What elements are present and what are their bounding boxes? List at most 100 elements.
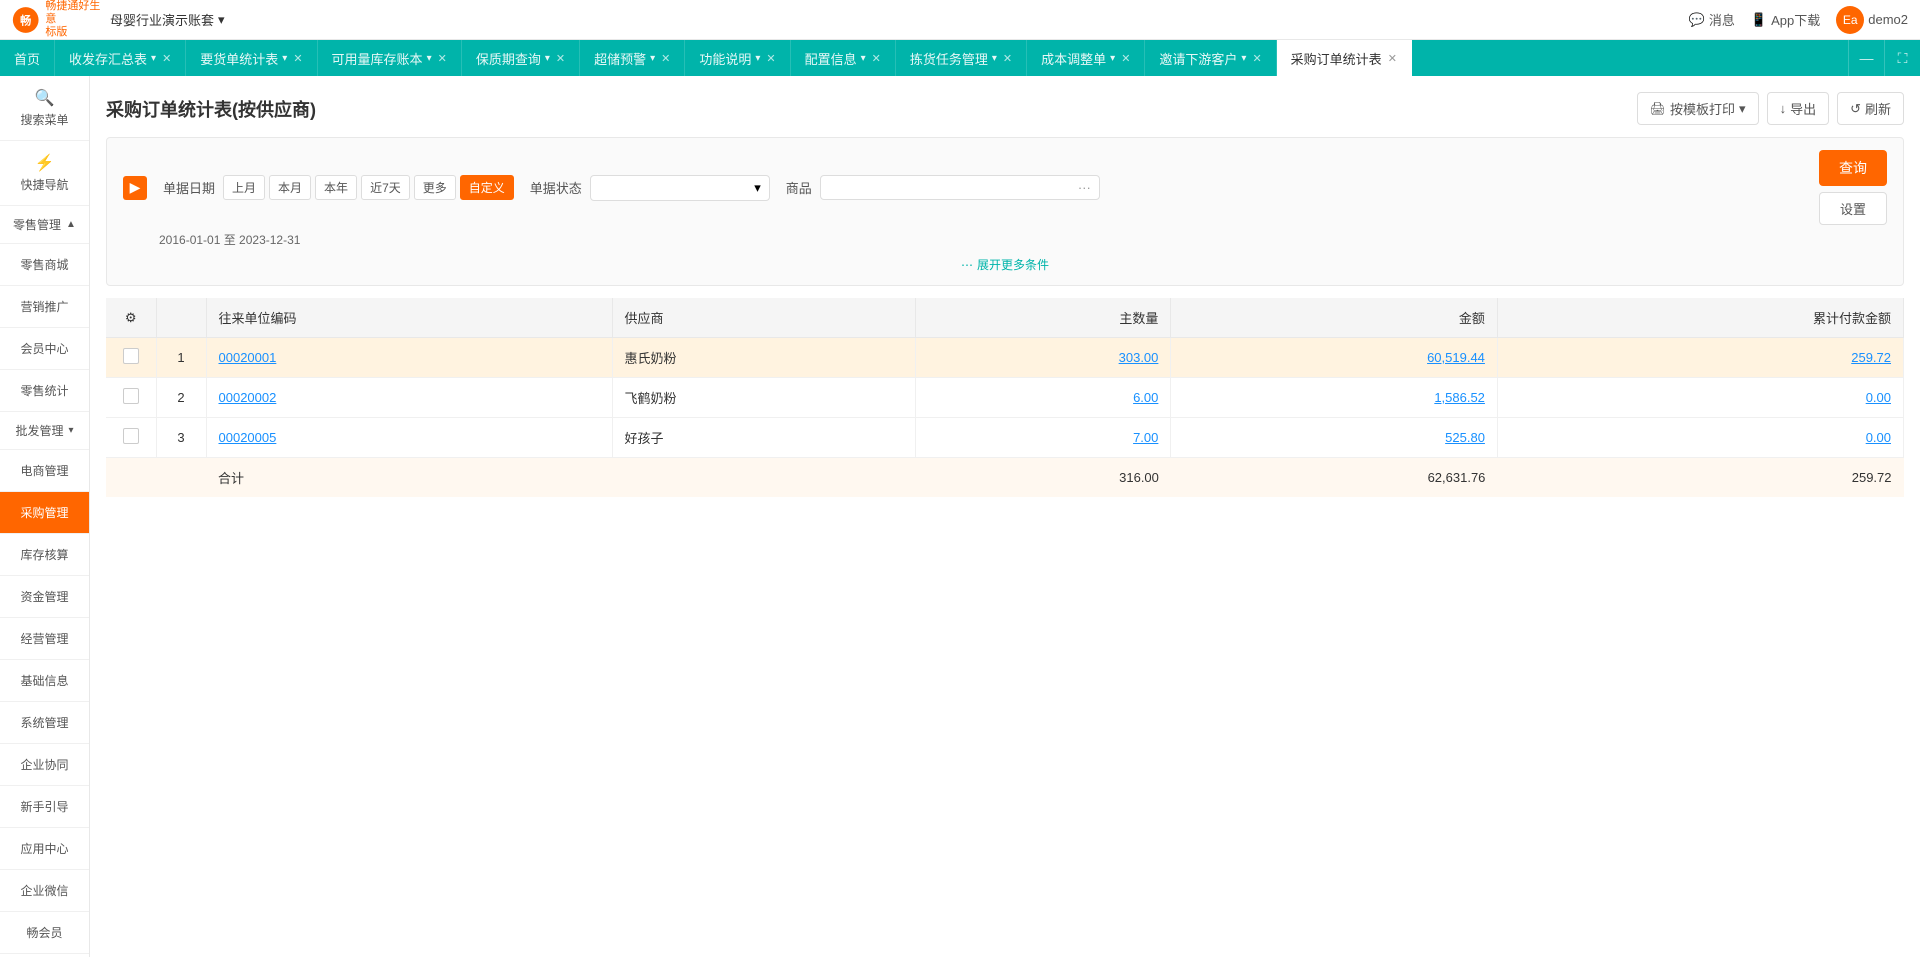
tab-fullscreen-btn[interactable]: ⛶ (1884, 40, 1920, 76)
expand-more-btn[interactable]: ⋯ 展开更多条件 (123, 256, 1887, 273)
tab-close-icon[interactable]: ✕ (438, 52, 447, 65)
sidebar-item-retail-mall[interactable]: 零售商城 (0, 244, 89, 286)
paid-link[interactable]: 259.72 (1851, 350, 1891, 365)
date-btn-last-month[interactable]: 上月 (223, 175, 265, 200)
amount-link[interactable]: 1,586.52 (1434, 390, 1485, 405)
goods-ellipsis-icon[interactable]: ··· (1078, 180, 1091, 195)
sidebar-item-collaboration[interactable]: 企业协同 (0, 744, 89, 786)
unit-code-link[interactable]: 00020002 (219, 390, 277, 405)
query-button[interactable]: 查询 (1819, 150, 1887, 186)
sidebar-item-marketing[interactable]: 营销推广 (0, 286, 89, 328)
status-select[interactable]: ▾ (590, 175, 770, 201)
row-checkbox[interactable] (123, 348, 139, 364)
tab-label: 功能说明 (699, 49, 751, 68)
qty-link[interactable]: 6.00 (1133, 390, 1158, 405)
sidebar-item-basic-info[interactable]: 基础信息 (0, 660, 89, 702)
tab-close-icon[interactable]: ✕ (293, 52, 302, 65)
sidebar-item-system[interactable]: 系统管理 (0, 702, 89, 744)
template-print-button[interactable]: 🖨 按模板打印 ▾ (1637, 92, 1759, 125)
paid-link[interactable]: 0.00 (1866, 390, 1891, 405)
avatar: Ea (1836, 6, 1864, 34)
tab-expiry-query[interactable]: 保质期查询 ▾ ✕ (462, 40, 580, 76)
tab-close-icon[interactable]: ✕ (766, 52, 775, 65)
sidebar-item-finance[interactable]: 资金管理 (0, 576, 89, 618)
unit-code-link[interactable]: 00020001 (219, 350, 277, 365)
tab-close-icon[interactable]: ✕ (1121, 52, 1130, 65)
sidebar-item-operation[interactable]: 经营管理 (0, 618, 89, 660)
custom-date-label: 自定义 (469, 181, 505, 195)
wholesale-arrow-icon: ▾ (68, 425, 73, 436)
sidebar-item-member[interactable]: 会员中心 (0, 328, 89, 370)
amount-link[interactable]: 60,519.44 (1427, 350, 1485, 365)
sidebar-item-ecommerce[interactable]: 电商管理 (0, 450, 89, 492)
sidebar-label-newbie: 新手引导 (20, 798, 68, 815)
row-paid: 0.00 (1497, 418, 1903, 458)
tab-close-icon[interactable]: ✕ (1388, 52, 1397, 65)
tab-purchase-order-stats[interactable]: 采购订单统计表 ✕ (1277, 40, 1412, 76)
app-download-btn[interactable]: 📱 App下载 (1751, 10, 1820, 29)
tab-order-stats[interactable]: 要货单统计表 ▾ ✕ (186, 40, 317, 76)
sidebar-item-retail-stats[interactable]: 零售统计 (0, 370, 89, 412)
workspace-arrow-icon: ▾ (218, 12, 225, 28)
export-button[interactable]: ↓ 导出 (1767, 92, 1830, 125)
filter-area: ▶ 单据日期 上月 本月 本年 近7天 更多 自定义 (106, 137, 1904, 286)
tab-available-stock[interactable]: 可用量库存账本 ▾ ✕ (318, 40, 462, 76)
qty-link[interactable]: 7.00 (1133, 430, 1158, 445)
workspace-selector[interactable]: 母婴行业演示账套 ▾ (102, 6, 233, 33)
settings-button[interactable]: 设置 (1819, 192, 1887, 225)
tab-pick-task[interactable]: 拣货任务管理 ▾ ✕ (896, 40, 1027, 76)
sidebar-item-vip[interactable]: 畅会员 (0, 912, 89, 954)
tab-receive-summary[interactable]: 收发存汇总表 ▾ ✕ (55, 40, 186, 76)
tab-config[interactable]: 配置信息 ▾ ✕ (791, 40, 896, 76)
tab-minimize-btn[interactable]: — (1848, 40, 1884, 76)
table-row: 1 00020001 惠氏奶粉 303.00 60,519.44 259.72 (106, 338, 1904, 378)
tab-arrow-icon: ▾ (861, 53, 866, 64)
tab-overstock-warning[interactable]: 超储预警 ▾ ✕ (580, 40, 685, 76)
sidebar-item-wholesale[interactable]: 批发管理 ▾ (0, 412, 89, 450)
tab-invite-customer[interactable]: 邀请下游客户 ▾ ✕ (1145, 40, 1276, 76)
footer-paid: 259.72 (1497, 458, 1903, 498)
filter-toggle-button[interactable]: ▶ (123, 176, 147, 200)
amount-link[interactable]: 525.80 (1445, 430, 1485, 445)
table-row: 3 00020005 好孩子 7.00 525.80 0.00 (106, 418, 1904, 458)
th-amount: 金额 (1171, 298, 1498, 338)
unit-code-link[interactable]: 00020005 (219, 430, 277, 445)
sidebar-item-app-center[interactable]: 应用中心 (0, 828, 89, 870)
footer-label: 合计 (206, 458, 916, 498)
tab-close-icon[interactable]: ✕ (872, 52, 881, 65)
tab-close-icon[interactable]: ✕ (162, 52, 171, 65)
row-checkbox[interactable] (123, 428, 139, 444)
sidebar-label-basic: 基础信息 (20, 672, 68, 689)
tab-cost-adjust[interactable]: 成本调整单 ▾ ✕ (1027, 40, 1145, 76)
sidebar-item-purchase[interactable]: 采购管理 (0, 492, 89, 534)
date-btn-this-year[interactable]: 本年 (315, 175, 357, 200)
tab-close-icon[interactable]: ✕ (661, 52, 670, 65)
user-area[interactable]: Ea demo2 (1836, 6, 1908, 34)
date-btn-custom[interactable]: 自定义 (460, 175, 514, 200)
date-range-text: 2016-01-01 至 2023-12-31 (159, 233, 300, 247)
tab-close-icon[interactable]: ✕ (1003, 52, 1012, 65)
qty-link[interactable]: 303.00 (1119, 350, 1159, 365)
date-btn-this-month[interactable]: 本月 (269, 175, 311, 200)
goods-search-input[interactable] (829, 180, 1078, 195)
row-supplier: 惠氏奶粉 (612, 338, 916, 378)
refresh-button[interactable]: ↺ 刷新 (1837, 92, 1904, 125)
paid-link[interactable]: 0.00 (1866, 430, 1891, 445)
sidebar-item-search[interactable]: 🔍 搜索菜单 (0, 76, 89, 141)
date-btn-more[interactable]: 更多 (414, 175, 456, 200)
retail-arrow-icon: ▲ (66, 219, 76, 230)
row-checkbox[interactable] (123, 388, 139, 404)
tab-function-desc[interactable]: 功能说明 ▾ ✕ (685, 40, 790, 76)
sidebar-item-quick-nav[interactable]: ⚡ 快捷导航 (0, 141, 89, 206)
settings-col-icon[interactable]: ⚙ (125, 310, 137, 325)
tab-home[interactable]: 首页 (0, 40, 55, 76)
sidebar-item-retail-manage[interactable]: 零售管理 ▲ (0, 206, 89, 244)
date-btn-7days[interactable]: 近7天 (361, 175, 410, 200)
sidebar-item-stock-check[interactable]: 库存核算 (0, 534, 89, 576)
sidebar-item-enterprise-wechat[interactable]: 企业微信 (0, 870, 89, 912)
message-btn[interactable]: 💬 消息 (1689, 10, 1735, 29)
sidebar-item-newbie[interactable]: 新手引导 (0, 786, 89, 828)
tab-close-icon[interactable]: ✕ (1252, 52, 1261, 65)
tab-close-icon[interactable]: ✕ (556, 52, 565, 65)
footer-label-text: 合计 (218, 471, 244, 486)
